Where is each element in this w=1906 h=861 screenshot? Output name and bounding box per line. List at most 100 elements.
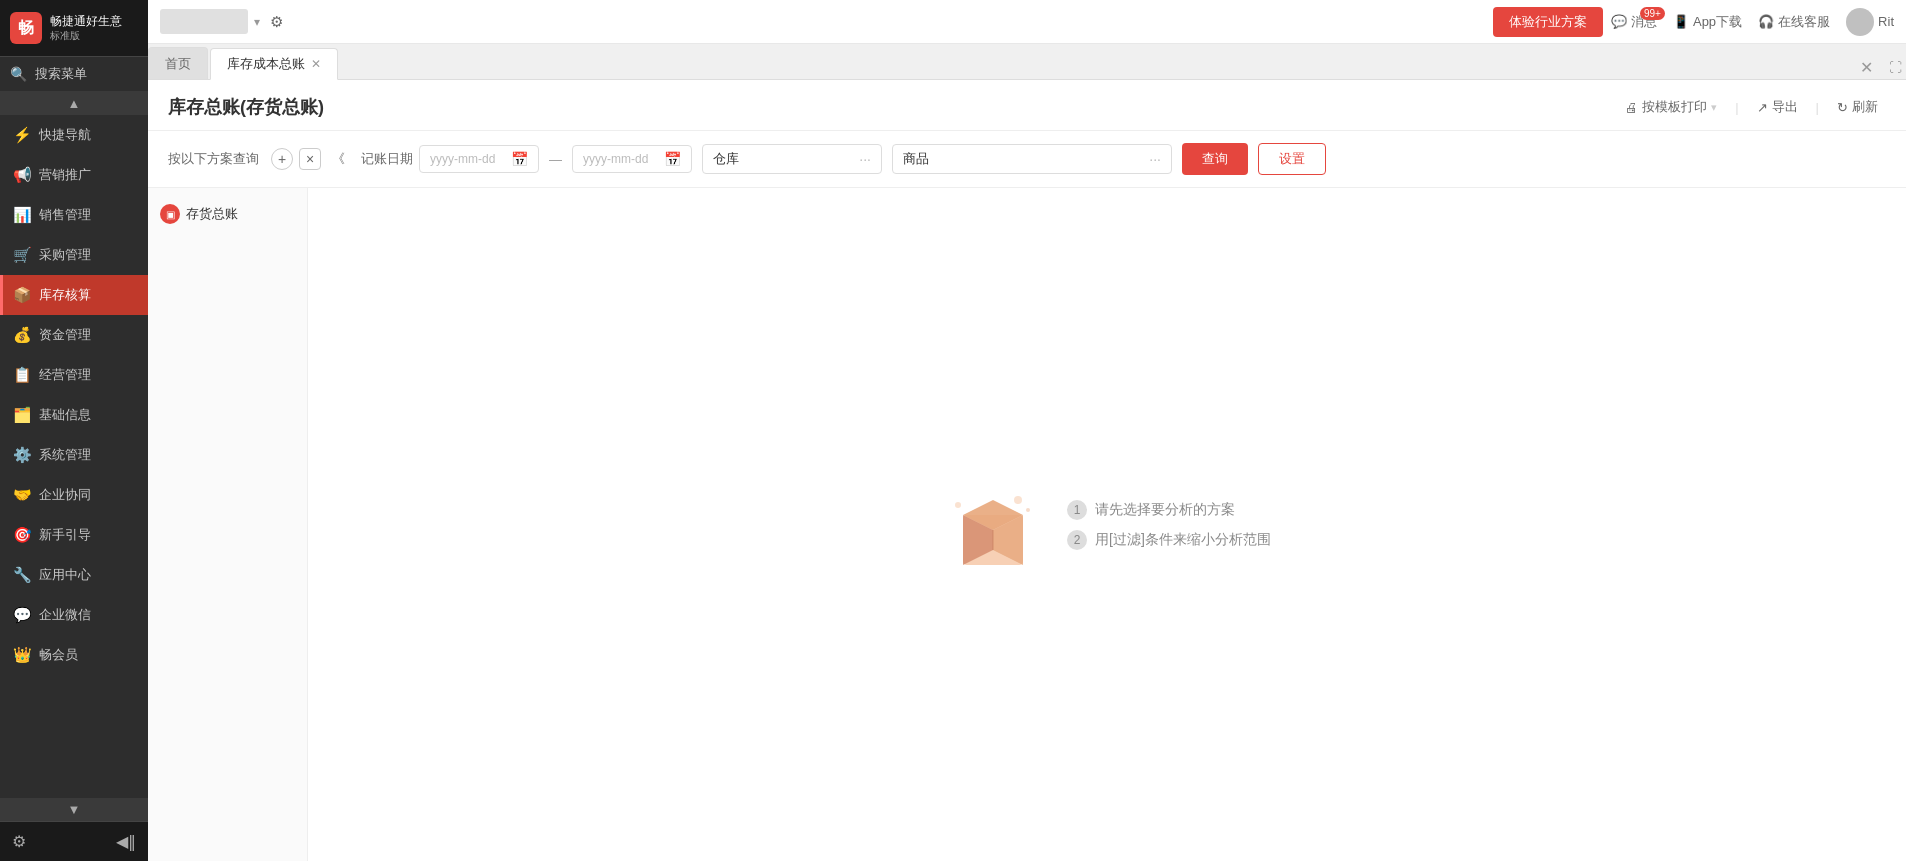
more-icon: ··· bbox=[859, 151, 871, 167]
close-panel-icon[interactable]: ✕ bbox=[1856, 56, 1877, 79]
empty-illustration bbox=[943, 475, 1043, 575]
marketing-icon: 📢 bbox=[13, 166, 31, 184]
online-service-item[interactable]: 🎧 在线客服 bbox=[1758, 13, 1830, 31]
print-label: 按模板打印 bbox=[1642, 98, 1707, 116]
sidebar-item-label: 企业协同 bbox=[39, 486, 91, 504]
filter-row: 按以下方案查询 + × 《 记账日期 yyyy-mm-dd 📅 — bbox=[168, 143, 1886, 175]
sidebar-item-label: 营销推广 bbox=[39, 166, 91, 184]
filter-add-button[interactable]: + bbox=[271, 148, 293, 170]
sidebar-item-quick-nav[interactable]: ⚡ 快捷导航 bbox=[0, 115, 148, 155]
export-btn[interactable]: ↗ 导出 bbox=[1749, 94, 1806, 120]
goods-select[interactable]: 商品 ··· bbox=[892, 144, 1172, 174]
scheme-item-icon: ▣ bbox=[160, 204, 180, 224]
search-menu[interactable]: 🔍 搜索菜单 bbox=[0, 57, 148, 92]
print-btn[interactable]: 🖨 按模板打印 ▾ bbox=[1617, 94, 1725, 120]
scheme-item-inventory-total[interactable]: ▣ 存货总账 bbox=[148, 196, 307, 232]
goods-field-group: 商品 ··· bbox=[892, 144, 1172, 174]
sidebar-item-guide[interactable]: 🎯 新手引导 bbox=[0, 515, 148, 555]
warehouse-select[interactable]: 仓库 ··· bbox=[702, 144, 882, 174]
sidebar-item-wechat[interactable]: 💬 企业微信 bbox=[0, 595, 148, 635]
filter-fields: 记账日期 yyyy-mm-dd 📅 — yyyy-mm-dd 📅 bbox=[361, 143, 1886, 175]
topbar: ▾ ⚙ 体验行业方案 💬 消息 99+ 📱 App下载 🎧 在线客服 Rit bbox=[148, 0, 1906, 44]
sidebar-item-system[interactable]: ⚙️ 系统管理 bbox=[0, 435, 148, 475]
app-download-label: App下载 bbox=[1693, 13, 1742, 31]
system-icon: ⚙️ bbox=[13, 446, 31, 464]
filter-collapse-button[interactable]: 《 bbox=[327, 148, 349, 170]
query-button[interactable]: 查询 bbox=[1182, 143, 1248, 175]
warehouse-field-group: 仓库 ··· bbox=[702, 144, 882, 174]
user-area bbox=[160, 9, 248, 34]
tab-inventory-ledger[interactable]: 库存成本总账 ✕ bbox=[210, 48, 338, 80]
sidebar-item-label: 新手引导 bbox=[39, 526, 91, 544]
scroll-up-btn[interactable]: ▲ bbox=[0, 92, 148, 115]
sidebar-item-inventory[interactable]: 📦 库存核算 bbox=[0, 275, 148, 315]
tip-text-2: 用[过滤]条件来缩小分析范围 bbox=[1095, 531, 1271, 549]
sidebar-item-operation[interactable]: 📋 经营管理 bbox=[0, 355, 148, 395]
member-icon: 👑 bbox=[13, 646, 31, 664]
audio-icon[interactable]: ◀‖ bbox=[116, 832, 136, 851]
box-icon: ▣ bbox=[166, 209, 175, 220]
phone-icon: 📱 bbox=[1673, 14, 1689, 29]
scroll-down-btn[interactable]: ▼ bbox=[0, 798, 148, 821]
refresh-label: 刷新 bbox=[1852, 98, 1878, 116]
sidebar-item-label: 快捷导航 bbox=[39, 126, 91, 144]
message-icon: 💬 bbox=[1611, 14, 1627, 29]
settings-button[interactable]: 设置 bbox=[1258, 143, 1326, 175]
goods-label: 商品 bbox=[903, 150, 929, 168]
dropdown-arrow-icon[interactable]: ▾ bbox=[254, 15, 260, 29]
sidebar-item-label: 应用中心 bbox=[39, 566, 91, 584]
user-avatar-area[interactable]: Rit bbox=[1846, 8, 1894, 36]
sidebar-item-label: 销售管理 bbox=[39, 206, 91, 224]
enterprise-icon: 🤝 bbox=[13, 486, 31, 504]
date-end-placeholder: yyyy-mm-dd bbox=[583, 152, 648, 166]
date-separator: — bbox=[545, 152, 566, 167]
sidebar-item-finance[interactable]: 💰 资金管理 bbox=[0, 315, 148, 355]
trial-button[interactable]: 体验行业方案 bbox=[1493, 7, 1603, 37]
tip-num-1: 1 bbox=[1067, 500, 1087, 520]
avatar bbox=[1846, 8, 1874, 36]
close-tab-icon[interactable]: ✕ bbox=[311, 57, 321, 71]
gear-icon[interactable]: ⚙ bbox=[266, 9, 287, 35]
tab-inventory-label: 库存成本总账 bbox=[227, 55, 305, 73]
finance-icon: 💰 bbox=[13, 326, 31, 344]
tab-home-label: 首页 bbox=[165, 55, 191, 73]
refresh-btn[interactable]: ↻ 刷新 bbox=[1829, 94, 1886, 120]
svg-point-7 bbox=[955, 502, 961, 508]
sidebar-nav: ⚡ 快捷导航 📢 营销推广 📊 销售管理 🛒 采购管理 📦 库存核算 💰 资金管… bbox=[0, 115, 148, 798]
sales-icon: 📊 bbox=[13, 206, 31, 224]
sidebar-item-apps[interactable]: 🔧 应用中心 bbox=[0, 555, 148, 595]
app-sub: 标准版 bbox=[50, 29, 122, 43]
expand-icon[interactable]: ⛶ bbox=[1885, 58, 1906, 77]
page-actions: 🖨 按模板打印 ▾ | ↗ 导出 | ↻ 刷新 bbox=[1617, 94, 1886, 120]
settings-icon[interactable]: ⚙ bbox=[12, 832, 26, 851]
sidebar: 畅 畅捷通好生意 标准版 🔍 搜索菜单 ▲ ⚡ 快捷导航 📢 营销推广 📊 销售… bbox=[0, 0, 148, 861]
guide-icon: 🎯 bbox=[13, 526, 31, 544]
sidebar-item-label: 采购管理 bbox=[39, 246, 91, 264]
sidebar-item-enterprise[interactable]: 🤝 企业协同 bbox=[0, 475, 148, 515]
scheme-item-label: 存货总账 bbox=[186, 205, 238, 223]
filter-remove-button[interactable]: × bbox=[299, 148, 321, 170]
logo-area: 畅 畅捷通好生意 标准版 bbox=[0, 0, 148, 57]
filter-label-text: 按以下方案查询 bbox=[168, 150, 259, 168]
message-item[interactable]: 💬 消息 99+ bbox=[1611, 13, 1657, 31]
sidebar-item-sales[interactable]: 📊 销售管理 bbox=[0, 195, 148, 235]
filter-label: 按以下方案查询 bbox=[168, 150, 259, 168]
refresh-icon: ↻ bbox=[1837, 100, 1848, 115]
app-download-item[interactable]: 📱 App下载 bbox=[1673, 13, 1742, 31]
sidebar-item-label: 资金管理 bbox=[39, 326, 91, 344]
sidebar-item-member[interactable]: 👑 畅会员 bbox=[0, 635, 148, 675]
sidebar-item-label: 基础信息 bbox=[39, 406, 91, 424]
tab-home[interactable]: 首页 bbox=[148, 47, 208, 79]
headset-icon: 🎧 bbox=[1758, 14, 1774, 29]
page-header: 库存总账(存货总账) 🖨 按模板打印 ▾ | ↗ 导出 | ↻ 刷新 bbox=[148, 80, 1906, 131]
sidebar-item-label: 畅会员 bbox=[39, 646, 78, 664]
app-name: 畅捷通好生意 bbox=[50, 13, 122, 30]
sidebar-item-basic[interactable]: 🗂️ 基础信息 bbox=[0, 395, 148, 435]
date-start-input[interactable]: yyyy-mm-dd 📅 bbox=[419, 145, 539, 173]
export-label: 导出 bbox=[1772, 98, 1798, 116]
sidebar-item-purchase[interactable]: 🛒 采购管理 bbox=[0, 235, 148, 275]
sidebar-item-marketing[interactable]: 📢 营销推广 bbox=[0, 155, 148, 195]
scheme-panel: ▣ 存货总账 bbox=[148, 188, 308, 861]
calendar-start-icon: 📅 bbox=[511, 151, 528, 167]
date-end-input[interactable]: yyyy-mm-dd 📅 bbox=[572, 145, 692, 173]
